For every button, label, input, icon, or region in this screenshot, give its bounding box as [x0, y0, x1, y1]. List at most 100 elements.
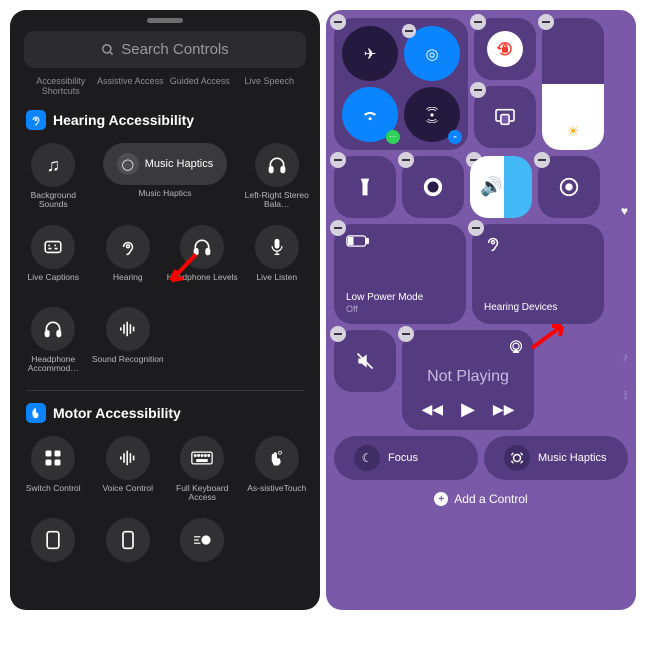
add-a-control-button[interactable]: + Add a Control [334, 492, 628, 506]
control-item[interactable] [165, 513, 240, 567]
remove-icon[interactable] [330, 326, 346, 342]
remove-icon[interactable] [398, 152, 414, 168]
control-switch-control[interactable]: Switch Control [16, 431, 91, 509]
tab-accessibility-shortcuts[interactable]: Accessibility Shortcuts [26, 76, 96, 96]
moon-icon: ☾ [362, 451, 373, 465]
remove-icon[interactable] [534, 152, 550, 168]
finger-tap-icon [268, 449, 286, 467]
sun-icon: ☀ [567, 123, 580, 140]
volume-slider[interactable]: 🔊 [470, 156, 532, 218]
rotation-lock-tile[interactable] [474, 18, 536, 80]
next-track-icon[interactable]: ▶▶ [493, 401, 515, 418]
focus-tile[interactable]: ☾ Focus [334, 436, 478, 480]
volume-icon: 🔊 [480, 177, 502, 198]
search-controls-field[interactable]: Search Controls [24, 31, 306, 68]
flashlight-icon [358, 177, 372, 197]
remove-icon[interactable] [470, 14, 486, 30]
phone-icon [121, 530, 135, 550]
mute-icon [355, 351, 375, 371]
haptics-icon [510, 451, 524, 465]
category-tabs: Accessibility Shortcuts Assistive Access… [26, 76, 304, 96]
captions-icon [43, 240, 63, 254]
remove-icon[interactable] [402, 24, 416, 38]
music-haptics-tile[interactable]: Music Haptics [484, 436, 628, 480]
prev-track-icon[interactable]: ◀◀ [422, 401, 444, 418]
remove-icon[interactable] [330, 220, 346, 236]
tab-assistive-access[interactable]: Assistive Access [96, 76, 166, 96]
voice-waveform-icon [118, 450, 138, 466]
headphones-icon [192, 237, 212, 257]
control-music-haptics[interactable]: ◯ Music Haptics Music Haptics [91, 138, 240, 216]
rectangle-icon [45, 530, 61, 550]
bluetooth-badge: ⌁ [448, 130, 462, 144]
motor-section-title: Motor Accessibility [53, 405, 181, 421]
control-headphone-levels[interactable]: Headphone Levels [165, 220, 240, 298]
mute-tile[interactable] [334, 330, 396, 392]
section-divider [26, 390, 304, 391]
connectivity-tile[interactable]: ✈ ◎ ⋯ ⌁ [334, 18, 468, 150]
now-playing-tile[interactable]: Not Playing ◀◀ ▶ ▶▶ [402, 330, 534, 430]
control-assistivetouch[interactable]: As-sistiveTouch [240, 431, 315, 509]
motor-section-header: Motor Accessibility [26, 403, 304, 423]
wifi-toggle[interactable]: ⋯ [342, 87, 398, 142]
screen-mirroring-tile[interactable] [474, 86, 536, 148]
control-item[interactable] [91, 513, 166, 567]
brightness-slider[interactable]: ☀ [542, 18, 604, 150]
airplane-mode-toggle[interactable]: ✈ [342, 26, 398, 81]
control-sound-recognition[interactable]: Sound Recognition [91, 302, 166, 380]
camera-tile[interactable] [538, 156, 600, 218]
remove-icon[interactable] [330, 14, 346, 30]
microphone-icon [270, 238, 284, 256]
control-hearing[interactable]: Hearing [91, 220, 166, 298]
low-power-mode-tile[interactable]: Low Power Mode Off [334, 224, 466, 324]
dark-mode-icon [422, 176, 444, 198]
control-live-captions[interactable]: Live Captions [16, 220, 91, 298]
keyboard-icon [191, 451, 213, 465]
battery-icon [346, 234, 454, 248]
control-live-listen[interactable]: Live Listen [240, 220, 315, 298]
music-note-icon: ♪ [622, 350, 628, 364]
control-headphone-accommodations[interactable]: Headphone Accommod… [16, 302, 91, 380]
wifi-icon [361, 108, 379, 122]
control-full-keyboard-access[interactable]: Full Keyboard Access [165, 431, 240, 509]
control-lr-stereo-balance[interactable]: Left-Right Stereo Bala… [240, 138, 315, 216]
cellular-toggle[interactable]: ⌁ [404, 87, 460, 142]
airplay-icon [508, 340, 524, 354]
tab-guided-access[interactable]: Guided Access [165, 76, 235, 96]
rotation-lock-icon [496, 40, 514, 58]
flashlight-tile[interactable] [334, 156, 396, 218]
dark-mode-tile[interactable] [402, 156, 464, 218]
hearing-devices-tile[interactable]: Hearing Devices [472, 224, 604, 324]
control-center-edit-screen: ✈ ◎ ⋯ ⌁ [326, 10, 636, 610]
remove-icon[interactable] [398, 326, 414, 342]
search-placeholder: Search Controls [121, 41, 229, 58]
broadcast-icon: ⟟ [624, 388, 628, 403]
haptics-icon: ◯ [122, 158, 134, 171]
sheet-grabber[interactable] [147, 18, 183, 23]
hearing-section-header: Hearing Accessibility [26, 110, 304, 130]
vpn-badge: ⋯ [386, 130, 400, 144]
remove-icon[interactable] [330, 152, 346, 168]
remove-icon[interactable] [470, 82, 486, 98]
empty-slot[interactable] [540, 330, 602, 392]
control-voice-control[interactable]: Voice Control [91, 431, 166, 509]
heart-icon: ♥ [621, 204, 628, 218]
ear-icon [26, 110, 46, 130]
cellular-icon [424, 107, 440, 123]
motor-grid: Switch Control Voice Control Full Keyboa… [10, 431, 320, 567]
waveform-icon [118, 321, 138, 337]
play-icon[interactable]: ▶ [461, 399, 475, 420]
music-note-icon: ♫ [47, 155, 61, 176]
target-icon [192, 532, 212, 548]
grid-icon [44, 449, 62, 467]
control-item[interactable] [16, 513, 91, 567]
control-background-sounds[interactable]: ♫ Background Sounds [16, 138, 91, 216]
headphones-icon [43, 319, 63, 339]
airplane-icon: ✈ [364, 45, 377, 63]
mirroring-icon [494, 108, 516, 126]
remove-icon[interactable] [538, 14, 554, 30]
tab-live-speech[interactable]: Live Speech [235, 76, 305, 96]
airdrop-toggle[interactable]: ◎ [404, 26, 460, 81]
search-icon [101, 43, 115, 57]
remove-icon[interactable] [468, 220, 484, 236]
